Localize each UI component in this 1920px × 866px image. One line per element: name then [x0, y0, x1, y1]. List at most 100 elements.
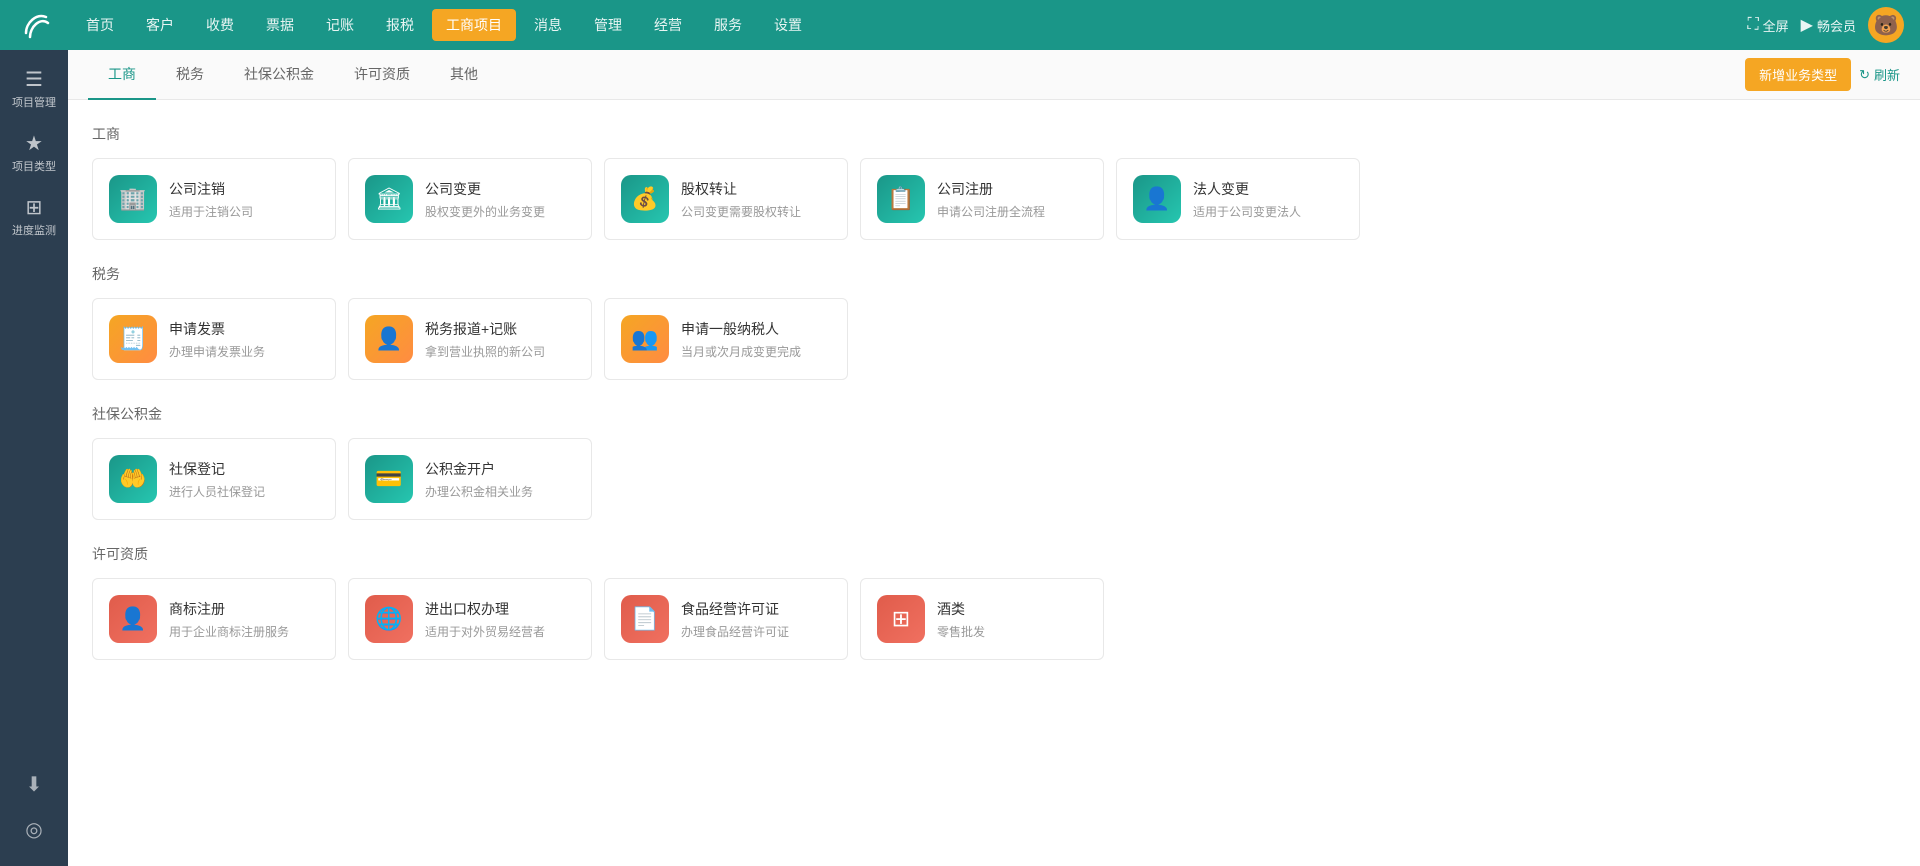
card-name: 公司注销	[169, 179, 319, 199]
card-name: 公司变更	[425, 179, 575, 199]
tab-items: 工商税务社保公积金许可资质其他	[88, 50, 1745, 99]
card-info: 进出口权办理 适用于对外贸易经营者	[425, 599, 575, 640]
card-申请发票[interactable]: 🧾 申请发票 办理申请发票业务	[92, 298, 336, 380]
sidebar: ☰ 项目管理 ★ 项目类型 ⊞进度监测 ⬇◎	[0, 50, 68, 866]
card-法人变更[interactable]: 👤 法人变更 适用于公司变更法人	[1116, 158, 1360, 240]
card-社保登记[interactable]: 🤲 社保登记 进行人员社保登记	[92, 438, 336, 520]
card-name: 申请发票	[169, 319, 319, 339]
nav-item-记账[interactable]: 记账	[312, 9, 368, 41]
cards-grid: 🏢 公司注销 适用于注销公司 🏛 公司变更 股权变更外的业务变更 💰 股权转让 …	[92, 158, 1896, 240]
nav-item-管理[interactable]: 管理	[580, 9, 636, 41]
card-name: 进出口权办理	[425, 599, 575, 619]
scroll-area[interactable]: 工商 🏢 公司注销 适用于注销公司 🏛 公司变更 股权变更外的业务变更 💰 股权…	[68, 100, 1920, 866]
cards-grid: 👤 商标注册 用于企业商标注册服务 🌐 进出口权办理 适用于对外贸易经营者 📄 …	[92, 578, 1896, 660]
card-icon: ⊞	[877, 595, 925, 643]
card-食品经营许可证[interactable]: 📄 食品经营许可证 办理食品经营许可证	[604, 578, 848, 660]
card-desc: 用于企业商标注册服务	[169, 623, 319, 640]
sidebar-icon: ☰	[25, 70, 43, 90]
card-icon: 🤲	[109, 455, 157, 503]
sidebar-bottom: ⬇◎	[17, 764, 50, 866]
card-desc: 进行人员社保登记	[169, 483, 319, 500]
card-info: 商标注册 用于企业商标注册服务	[169, 599, 319, 640]
card-进出口权办理[interactable]: 🌐 进出口权办理 适用于对外贸易经营者	[348, 578, 592, 660]
card-info: 公司变更 股权变更外的业务变更	[425, 179, 575, 220]
card-股权转让[interactable]: 💰 股权转让 公司变更需要股权转让	[604, 158, 848, 240]
nav-item-报税[interactable]: 报税	[372, 9, 428, 41]
section-title: 许可资质	[92, 544, 1896, 564]
sidebar-label: 项目类型	[12, 158, 56, 174]
app-logo	[16, 5, 56, 45]
card-info: 社保登记 进行人员社保登记	[169, 459, 319, 500]
sidebar-item-进度监测[interactable]: ⊞进度监测	[0, 186, 68, 250]
nav-item-工商项目[interactable]: 工商项目	[432, 9, 516, 41]
card-name: 商标注册	[169, 599, 319, 619]
sidebar-item-项目类型[interactable]: ★ 项目类型	[0, 122, 68, 186]
card-icon: 👤	[109, 595, 157, 643]
nav-item-收费[interactable]: 收费	[192, 9, 248, 41]
card-info: 食品经营许可证 办理食品经营许可证	[681, 599, 831, 640]
card-desc: 办理公积金相关业务	[425, 483, 575, 500]
user-avatar[interactable]: 🐻	[1868, 7, 1904, 43]
card-公积金开户[interactable]: 💳 公积金开户 办理公积金相关业务	[348, 438, 592, 520]
vip-button[interactable]: ▶ 畅会员	[1801, 15, 1856, 35]
card-icon: 🌐	[365, 595, 413, 643]
section-title: 社保公积金	[92, 404, 1896, 424]
card-icon: 👤	[365, 315, 413, 363]
section-许可资质: 许可资质 👤 商标注册 用于企业商标注册服务 🌐 进出口权办理 适用于对外贸易经…	[92, 544, 1896, 660]
nav-item-消息[interactable]: 消息	[520, 9, 576, 41]
card-name: 法人变更	[1193, 179, 1343, 199]
tab-工商[interactable]: 工商	[88, 50, 156, 100]
section-工商: 工商 🏢 公司注销 适用于注销公司 🏛 公司变更 股权变更外的业务变更 💰 股权…	[92, 124, 1896, 240]
card-公司变更[interactable]: 🏛 公司变更 股权变更外的业务变更	[348, 158, 592, 240]
fullscreen-button[interactable]: ⛶ 全屏	[1747, 16, 1788, 35]
card-公司注销[interactable]: 🏢 公司注销 适用于注销公司	[92, 158, 336, 240]
nav-items: 首页客户收费票据记账报税工商项目消息管理经营服务设置	[72, 9, 1747, 41]
nav-item-设置[interactable]: 设置	[760, 9, 816, 41]
card-info: 公司注销 适用于注销公司	[169, 179, 319, 220]
sidebar-bottom-item[interactable]: ⬇	[18, 764, 51, 805]
tab-许可资质[interactable]: 许可资质	[334, 50, 430, 100]
card-desc: 适用于对外贸易经营者	[425, 623, 575, 640]
refresh-icon: ↻	[1859, 67, 1870, 83]
sidebar-bottom-item[interactable]: ◎	[17, 809, 50, 850]
card-info: 申请发票 办理申请发票业务	[169, 319, 319, 360]
card-name: 股权转让	[681, 179, 831, 199]
sidebar-item-项目管理[interactable]: ☰ 项目管理	[0, 58, 68, 122]
card-icon: 💰	[621, 175, 669, 223]
card-info: 公司注册 申请公司注册全流程	[937, 179, 1087, 220]
card-公司注册[interactable]: 📋 公司注册 申请公司注册全流程	[860, 158, 1104, 240]
nav-item-服务[interactable]: 服务	[700, 9, 756, 41]
nav-item-票据[interactable]: 票据	[252, 9, 308, 41]
sidebar-icon: ★	[25, 134, 43, 154]
card-name: 酒类	[937, 599, 1087, 619]
cards-grid: 🧾 申请发票 办理申请发票业务 👤 税务报道+记账 拿到营业执照的新公司 👥 申…	[92, 298, 1896, 380]
card-icon: 🏛	[365, 175, 413, 223]
card-icon: 📋	[877, 175, 925, 223]
tab-税务[interactable]: 税务	[156, 50, 224, 100]
card-酒类[interactable]: ⊞ 酒类 零售批发	[860, 578, 1104, 660]
nav-item-首页[interactable]: 首页	[72, 9, 128, 41]
tab-社保公积金[interactable]: 社保公积金	[224, 50, 334, 100]
sidebar-label: 项目管理	[12, 94, 56, 110]
section-title: 工商	[92, 124, 1896, 144]
card-icon: 📄	[621, 595, 669, 643]
tab-其他[interactable]: 其他	[430, 50, 498, 100]
card-申请一般纳税人[interactable]: 👥 申请一般纳税人 当月或次月成变更完成	[604, 298, 848, 380]
card-icon: 👥	[621, 315, 669, 363]
card-商标注册[interactable]: 👤 商标注册 用于企业商标注册服务	[92, 578, 336, 660]
card-info: 酒类 零售批发	[937, 599, 1087, 640]
refresh-button[interactable]: ↻ 刷新	[1859, 65, 1900, 84]
card-name: 社保登记	[169, 459, 319, 479]
card-税务报道+记账[interactable]: 👤 税务报道+记账 拿到营业执照的新公司	[348, 298, 592, 380]
new-type-button[interactable]: 新增业务类型	[1745, 58, 1851, 91]
section-社保公积金: 社保公积金 🤲 社保登记 进行人员社保登记 💳 公积金开户 办理公积金相关业务	[92, 404, 1896, 520]
nav-item-经营[interactable]: 经营	[640, 9, 696, 41]
card-desc: 零售批发	[937, 623, 1087, 640]
card-info: 税务报道+记账 拿到营业执照的新公司	[425, 319, 575, 360]
card-desc: 股权变更外的业务变更	[425, 203, 575, 220]
top-navigation: 首页客户收费票据记账报税工商项目消息管理经营服务设置 ⛶ 全屏 ▶ 畅会员 🐻	[0, 0, 1920, 50]
card-desc: 适用于公司变更法人	[1193, 203, 1343, 220]
section-税务: 税务 🧾 申请发票 办理申请发票业务 👤 税务报道+记账 拿到营业执照的新公司 …	[92, 264, 1896, 380]
section-title: 税务	[92, 264, 1896, 284]
nav-item-客户[interactable]: 客户	[132, 9, 188, 41]
